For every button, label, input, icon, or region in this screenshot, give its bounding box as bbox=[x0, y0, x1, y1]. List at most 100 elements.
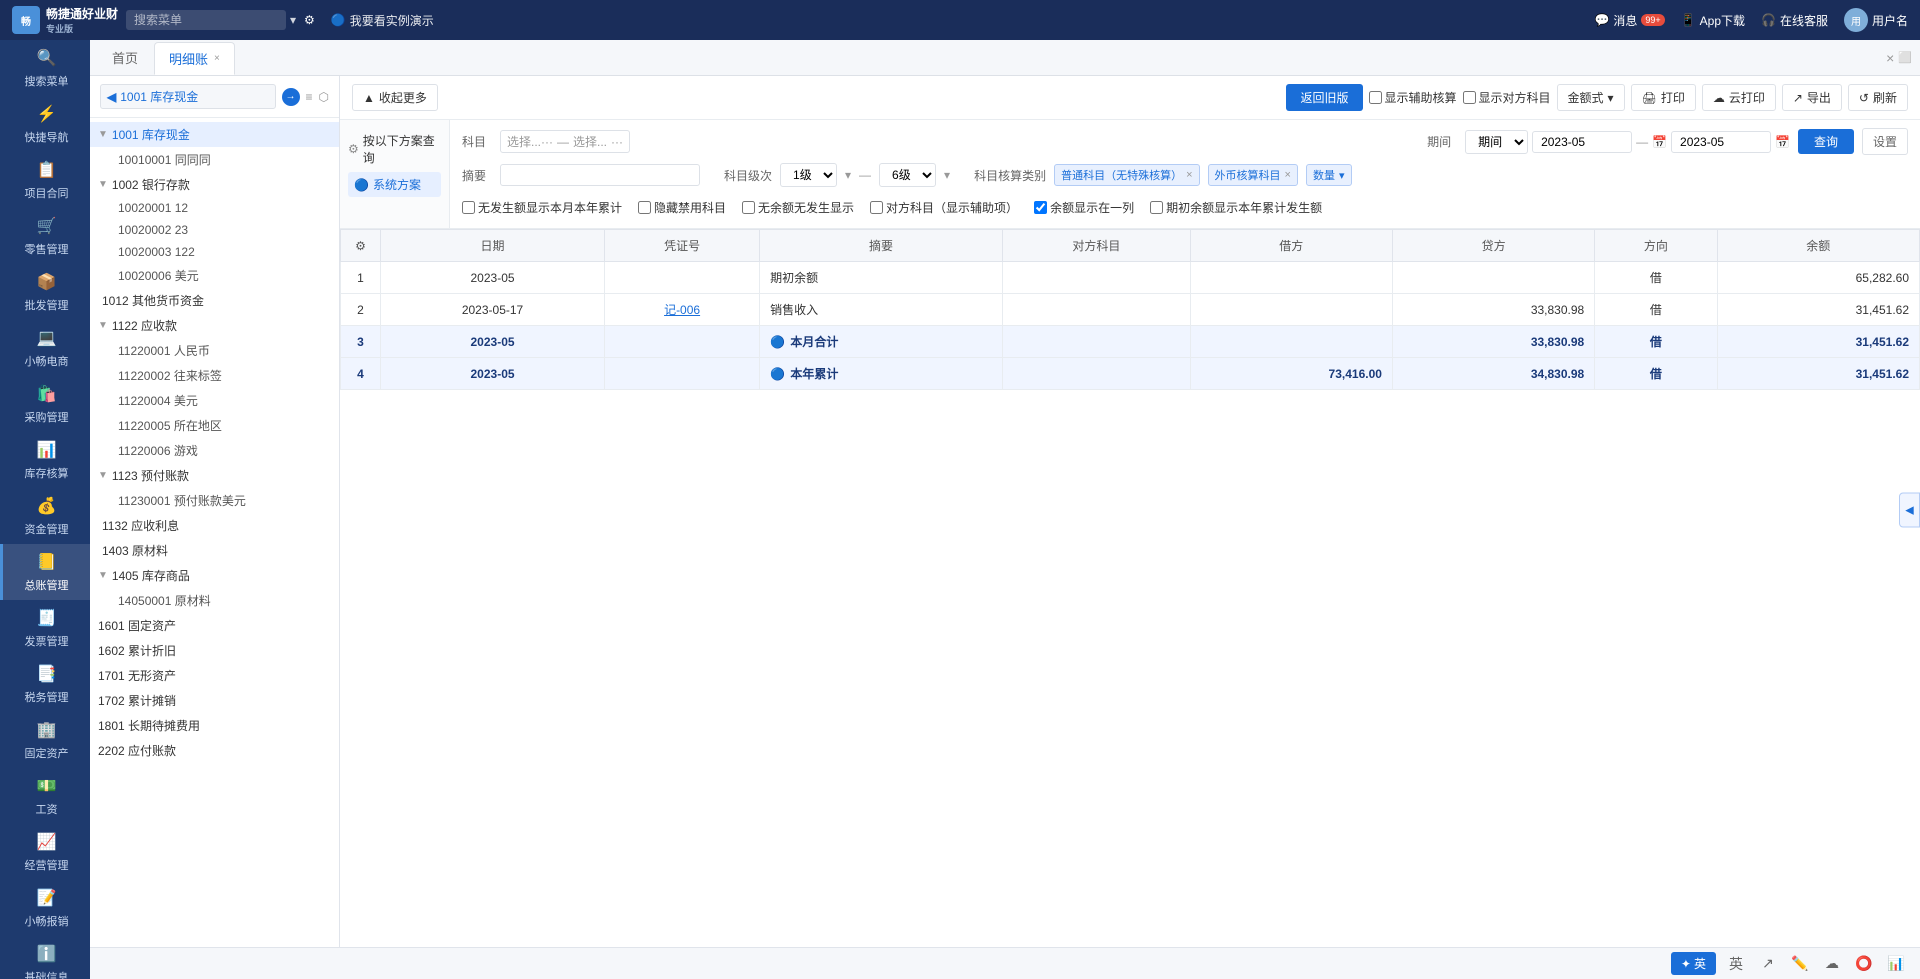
show-contra-checkbox[interactable]: 显示对方科目 bbox=[1463, 89, 1551, 106]
filter-tag-normal-close[interactable]: × bbox=[1186, 169, 1192, 181]
sidebar-item-tax[interactable]: 📑 税务管理 bbox=[0, 656, 90, 712]
tree-item-1002[interactable]: ▼ 1002 银行存款 bbox=[90, 172, 339, 197]
export-btn[interactable]: ↗ 导出 bbox=[1782, 84, 1842, 111]
sidebar-item-ecommerce[interactable]: 💻 小畅电商 bbox=[0, 320, 90, 376]
demo-button[interactable]: 🔵 我要看实例演示 bbox=[331, 12, 434, 29]
tree-toggle-1122[interactable]: ▼ bbox=[98, 320, 108, 331]
tree-item-1012[interactable]: 1012 其他货币资金 bbox=[90, 288, 339, 313]
tree-item-1001[interactable]: ▼ 1001 库存现金 bbox=[90, 122, 339, 147]
tree-item-1122[interactable]: ▼ 1122 应收款 bbox=[90, 313, 339, 338]
filter-tag-foreign-close[interactable]: × bbox=[1285, 169, 1291, 181]
bottom-icon-4[interactable]: ☁ bbox=[1820, 952, 1844, 976]
tree-item-1405[interactable]: ▼ 1405 库存商品 bbox=[90, 563, 339, 588]
tab-ledger-close[interactable]: × bbox=[214, 53, 220, 64]
return-old-btn[interactable]: 返回旧版 bbox=[1286, 84, 1362, 111]
window-close-btn[interactable]: × bbox=[1886, 50, 1894, 66]
amount-mode-btn[interactable]: 金额式 ▾ bbox=[1557, 84, 1625, 111]
cloud-print-btn[interactable]: ☁ 云打印 bbox=[1702, 84, 1776, 111]
filter-settings-btn[interactable]: 设置 bbox=[1862, 128, 1908, 155]
right-panel-collapse-btn[interactable]: ◀ bbox=[1899, 492, 1920, 527]
tree-item-10020006[interactable]: 10020006 美元 bbox=[90, 263, 339, 288]
sidebar-item-project-contract[interactable]: 📋 项目合同 bbox=[0, 152, 90, 208]
level-end-select[interactable]: 6级 bbox=[879, 163, 936, 187]
tree-item-1702[interactable]: 1702 累计摊销 bbox=[90, 688, 339, 713]
sidebar-item-operations[interactable]: 📈 经营管理 bbox=[0, 824, 90, 880]
system-scheme-option[interactable]: 🔵 系统方案 bbox=[348, 172, 441, 197]
summary-input[interactable] bbox=[500, 164, 700, 186]
refresh-btn[interactable]: ↺ 刷新 bbox=[1848, 84, 1908, 111]
tree-item-2202[interactable]: 2202 应付账款 bbox=[90, 738, 339, 763]
query-button[interactable]: 查询 bbox=[1798, 129, 1854, 154]
sidebar-item-fixed-assets[interactable]: 🏢 固定资产 bbox=[0, 712, 90, 768]
sidebar-item-search-menu[interactable]: 🔍 搜索菜单 bbox=[0, 40, 90, 96]
tree-item-1132[interactable]: 1132 应收利息 bbox=[90, 513, 339, 538]
sidebar-item-capital[interactable]: 💰 资金管理 bbox=[0, 488, 90, 544]
cb-no-amount[interactable]: 无发生额显示本月本年累计 bbox=[462, 199, 622, 216]
bottom-icon-5[interactable]: ⭕ bbox=[1852, 952, 1876, 976]
settings-icon[interactable]: ⚙ bbox=[304, 13, 315, 27]
tree-toggle-1002[interactable]: ▼ bbox=[98, 179, 108, 190]
account-nav-btn[interactable]: → bbox=[282, 88, 300, 106]
sidebar-item-retail[interactable]: 🛒 零售管理 bbox=[0, 208, 90, 264]
period-start-input[interactable] bbox=[1532, 131, 1632, 153]
sidebar-item-purchase[interactable]: 🛍️ 采购管理 bbox=[0, 376, 90, 432]
tree-item-1801[interactable]: 1801 长期待摊费用 bbox=[90, 713, 339, 738]
tree-item-11220002[interactable]: 11220002 往来标签 bbox=[90, 363, 339, 388]
sidebar-item-payroll[interactable]: 💵 工资 bbox=[0, 768, 90, 824]
cb-hide-disabled[interactable]: 隐藏禁用科目 bbox=[638, 199, 726, 216]
tree-item-10020003[interactable]: 10020003 122 bbox=[90, 241, 339, 263]
sidebar-item-wholesale[interactable]: 📦 批发管理 bbox=[0, 264, 90, 320]
sidebar-item-quick-nav[interactable]: ⚡ 快捷导航 bbox=[0, 96, 90, 152]
sidebar-item-invoice[interactable]: 🧾 发票管理 bbox=[0, 600, 90, 656]
tree-item-10020002[interactable]: 10020002 23 bbox=[90, 219, 339, 241]
tree-item-10010001[interactable]: 10010001 同同同 bbox=[90, 147, 339, 172]
td-voucher[interactable]: 记-006 bbox=[605, 294, 760, 326]
show-aux-checkbox[interactable]: 显示辅助核算 bbox=[1369, 89, 1457, 106]
search-chevron-icon[interactable]: ▾ bbox=[290, 13, 296, 27]
print-btn[interactable]: 🖨 打印 bbox=[1631, 84, 1696, 111]
bottom-icon-1[interactable]: 英 bbox=[1724, 952, 1748, 976]
tree-item-11220006[interactable]: 11220006 游戏 bbox=[90, 438, 339, 463]
tree-item-1701[interactable]: 1701 无形资产 bbox=[90, 663, 339, 688]
tree-item-10020001[interactable]: 10020001 12 bbox=[90, 197, 339, 219]
calendar-start-icon[interactable]: 📅 bbox=[1652, 135, 1667, 149]
tree-item-1601[interactable]: 1601 固定资产 bbox=[90, 613, 339, 638]
tree-toggle-1405[interactable]: ▼ bbox=[98, 570, 108, 581]
tree-expand-icon[interactable]: ⬡ bbox=[319, 90, 329, 104]
cb-no-balance[interactable]: 无余额无发生显示 bbox=[742, 199, 854, 216]
bottom-icon-2[interactable]: ↗ bbox=[1756, 952, 1780, 976]
user-profile[interactable]: 用 用户名 bbox=[1844, 8, 1908, 32]
message-button[interactable]: 💬 消息 99+ bbox=[1594, 12, 1664, 29]
language-btn[interactable]: ✦ 英 bbox=[1671, 952, 1716, 975]
cb-show-period-cumulative[interactable]: 期初余额显示本年累计发生额 bbox=[1150, 199, 1322, 216]
tree-item-11220004[interactable]: 11220004 美元 bbox=[90, 388, 339, 413]
voucher-link[interactable]: 记-006 bbox=[664, 303, 700, 317]
tree-item-11230001[interactable]: 11230001 预付账款美元 bbox=[90, 488, 339, 513]
sidebar-item-base-info[interactable]: ℹ️ 基础信息 bbox=[0, 936, 90, 979]
tree-item-11220005[interactable]: 11220005 所在地区 bbox=[90, 413, 339, 438]
tree-toggle-1123[interactable]: ▼ bbox=[98, 470, 108, 481]
app-download-button[interactable]: 📱 App下载 bbox=[1681, 12, 1745, 29]
calendar-end-icon[interactable]: 📅 bbox=[1775, 135, 1790, 149]
period-mode-select[interactable]: 期间 bbox=[1465, 130, 1528, 154]
tab-ledger[interactable]: 明细账 × bbox=[154, 42, 235, 75]
collapse-more-btn[interactable]: ▲ 收起更多 bbox=[352, 84, 438, 111]
window-maximize-btn[interactable]: ⬜ bbox=[1898, 51, 1912, 64]
tree-toggle-1001[interactable]: ▼ bbox=[98, 129, 108, 140]
period-end-input[interactable] bbox=[1671, 131, 1771, 153]
tree-list-icon[interactable]: ≡ bbox=[306, 90, 313, 104]
tree-item-1403[interactable]: 1403 原材料 bbox=[90, 538, 339, 563]
sidebar-item-ledger-mgmt[interactable]: 📒 总账管理 bbox=[0, 544, 90, 600]
sidebar-item-xiao-sales[interactable]: 📝 小畅报销 bbox=[0, 880, 90, 936]
bottom-icon-6[interactable]: 📊 bbox=[1884, 952, 1908, 976]
tree-item-14050001[interactable]: 14050001 原材料 bbox=[90, 588, 339, 613]
tree-item-1123[interactable]: ▼ 1123 预付账款 bbox=[90, 463, 339, 488]
quantity-chevron-icon[interactable]: ▾ bbox=[1339, 169, 1345, 182]
cb-show-contra[interactable]: 对方科目（显示辅助项） bbox=[870, 199, 1018, 216]
account-filter-input[interactable]: 选择... ··· — 选择... ··· bbox=[500, 130, 630, 153]
sidebar-item-inventory[interactable]: 📊 库存核算 bbox=[0, 432, 90, 488]
tree-item-11220001[interactable]: 11220001 人民币 bbox=[90, 338, 339, 363]
level-start-select[interactable]: 1级 bbox=[780, 163, 837, 187]
tab-home[interactable]: 首页 bbox=[98, 42, 152, 73]
search-input[interactable] bbox=[126, 10, 286, 30]
